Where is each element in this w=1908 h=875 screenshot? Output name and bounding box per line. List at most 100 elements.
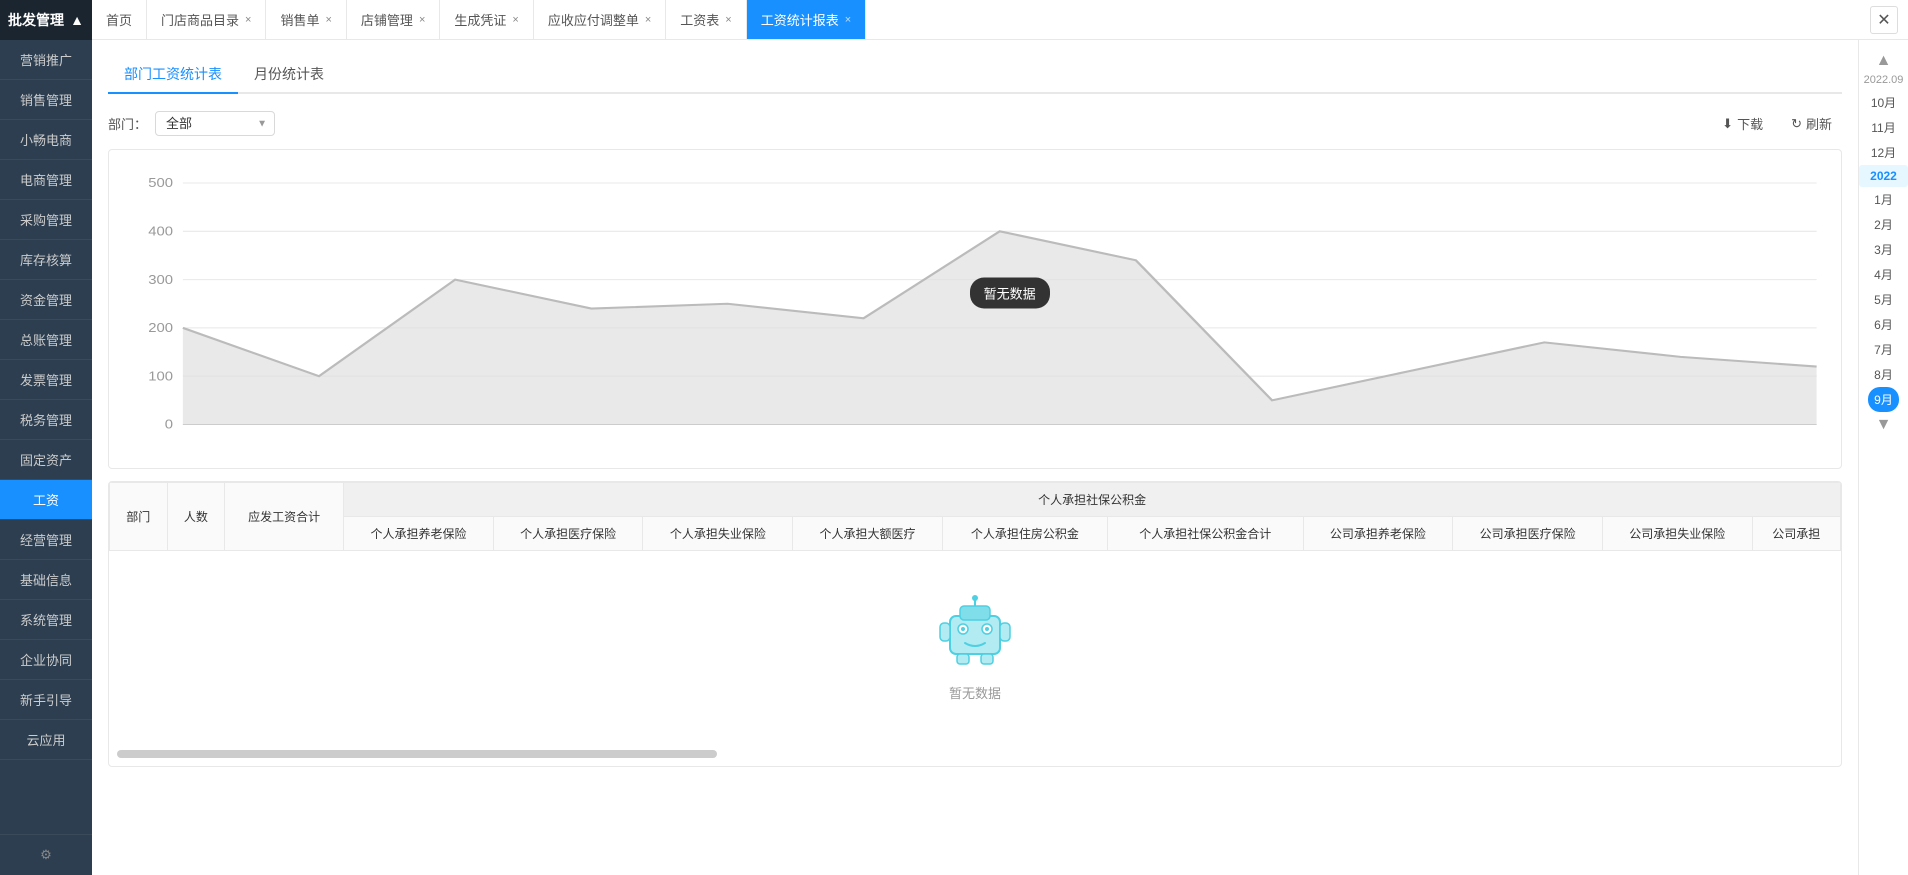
col-应发工资合计: 应发工资合计 xyxy=(225,483,344,551)
sidebar-item-基础信息[interactable]: 基础信息 xyxy=(0,560,92,600)
empty-state: 暂无数据 xyxy=(109,551,1841,742)
tab-close-工资统计报表[interactable]: × xyxy=(845,14,851,26)
sidebar-item-电商管理[interactable]: 电商管理 xyxy=(0,160,92,200)
timeline-month-5月[interactable]: 5月 xyxy=(1868,287,1899,312)
sub-tab-部门工资统计表[interactable]: 部门工资统计表 xyxy=(108,56,238,94)
tab-门店商品目录[interactable]: 门店商品目录× xyxy=(147,0,266,40)
sidebar-item-企业协同[interactable]: 企业协同 xyxy=(0,640,92,680)
sidebar-item-销售管理[interactable]: 销售管理 xyxy=(0,80,92,120)
table-container: 部门人数应发工资合计个人承担社保公积金个人承担养老保险个人承担医疗保险个人承担失… xyxy=(108,481,1842,767)
sub-tabs: 部门工资统计表月份统计表 xyxy=(108,56,1842,94)
sidebar: 批发管理 ▲ 营销推广销售管理小畅电商电商管理采购管理库存核算资金管理总账管理发… xyxy=(0,0,92,875)
tab-bar-end: ✕ xyxy=(1860,6,1908,34)
sidebar-title: 批发管理 xyxy=(8,10,64,30)
timeline-month-6月[interactable]: 6月 xyxy=(1868,312,1899,337)
timeline-month-8月[interactable]: 8月 xyxy=(1868,362,1899,387)
sidebar-header[interactable]: 批发管理 ▲ xyxy=(0,0,92,40)
settings-icon: ⚙ xyxy=(40,847,52,862)
sidebar-item-发票管理[interactable]: 发票管理 xyxy=(0,360,92,400)
chart-svg: 500 400 300 200 100 0 xyxy=(121,162,1829,456)
tab-close-工资表[interactable]: × xyxy=(725,14,731,26)
timeline-nav-up[interactable]: ▲ xyxy=(1872,48,1896,74)
sidebar-item-总账管理[interactable]: 总账管理 xyxy=(0,320,92,360)
refresh-label: 刷新 xyxy=(1806,114,1832,133)
sub-col-个人承担失业保险: 个人承担失业保险 xyxy=(643,517,793,551)
timeline-month-2月[interactable]: 2月 xyxy=(1868,212,1899,237)
sidebar-item-固定资产[interactable]: 固定资产 xyxy=(0,440,92,480)
col-人数: 人数 xyxy=(167,483,225,551)
timeline-month-9月[interactable]: 9月 xyxy=(1868,387,1899,412)
tab-close-销售单[interactable]: × xyxy=(325,14,331,26)
sub-col-个人承担医疗保险: 个人承担医疗保险 xyxy=(493,517,643,551)
sidebar-item-税务管理[interactable]: 税务管理 xyxy=(0,400,92,440)
timeline-month-10月[interactable]: 10月 xyxy=(1865,90,1902,115)
action-btns: ⬇ 下载 ↻ 刷新 xyxy=(1712,110,1842,137)
data-table: 部门人数应发工资合计个人承担社保公积金个人承担养老保险个人承担医疗保险个人承担失… xyxy=(109,482,1841,551)
main-area: 首页门店商品目录×销售单×店铺管理×生成凭证×应收应付调整单×工资表×工资统计报… xyxy=(92,0,1908,875)
timeline-month-3月[interactable]: 3月 xyxy=(1868,237,1899,262)
timeline-month-12月[interactable]: 12月 xyxy=(1865,140,1902,165)
timeline-year-2022: 2022.09 xyxy=(1864,74,1904,86)
sub-tab-月份统计表[interactable]: 月份统计表 xyxy=(238,56,340,94)
timeline-year-label-2022[interactable]: 2022 xyxy=(1859,165,1908,187)
tab-close-门店商品目录[interactable]: × xyxy=(245,14,251,26)
svg-text:0: 0 xyxy=(165,418,174,432)
empty-robot-icon xyxy=(935,591,1015,671)
col-group-shebao: 个人承担社保公积金 xyxy=(344,483,1841,517)
sidebar-item-营销推广[interactable]: 营销推广 xyxy=(0,40,92,80)
refresh-icon: ↻ xyxy=(1791,116,1802,132)
empty-text: 暂无数据 xyxy=(149,683,1801,702)
sidebar-item-采购管理[interactable]: 采购管理 xyxy=(0,200,92,240)
svg-text:400: 400 xyxy=(148,225,173,239)
tab-工资表[interactable]: 工资表× xyxy=(666,0,746,40)
sidebar-item-经营管理[interactable]: 经营管理 xyxy=(0,520,92,560)
tab-销售单[interactable]: 销售单× xyxy=(266,0,346,40)
sidebar-item-资金管理[interactable]: 资金管理 xyxy=(0,280,92,320)
sidebar-item-云应用[interactable]: 云应用 xyxy=(0,720,92,760)
tab-生成凭证[interactable]: 生成凭证× xyxy=(440,0,533,40)
dept-select[interactable]: 全部销售部财务部采购部行政部 xyxy=(155,111,275,136)
tab-首页[interactable]: 首页 xyxy=(92,0,147,40)
sidebar-item-系统管理[interactable]: 系统管理 xyxy=(0,600,92,640)
dept-select-wrapper: 全部销售部财务部采购部行政部 xyxy=(155,111,275,136)
sidebar-item-库存核算[interactable]: 库存核算 xyxy=(0,240,92,280)
col-部门: 部门 xyxy=(110,483,168,551)
sub-col-公司承担养老保险: 公司承担养老保险 xyxy=(1303,517,1453,551)
chart-container: 5004003002001000 暂无数据 xyxy=(108,149,1842,469)
download-label: 下载 xyxy=(1737,114,1763,133)
tab-close-生成凭证[interactable]: × xyxy=(512,14,518,26)
timeline-panel: ▲ 2022.09 10月11月12月 2022 1月2月3月4月5月6月7月8… xyxy=(1858,40,1908,875)
filter-row: 部门： 全部销售部财务部采购部行政部 xyxy=(108,111,275,136)
download-button[interactable]: ⬇ 下载 xyxy=(1712,110,1773,137)
sidebar-footer-settings[interactable]: ⚙ xyxy=(0,834,92,875)
sidebar-item-小畅电商[interactable]: 小畅电商 xyxy=(0,120,92,160)
sidebar-toggle-icon[interactable]: ▲ xyxy=(70,12,84,28)
svg-text:300: 300 xyxy=(148,273,173,287)
download-icon: ⬇ xyxy=(1722,116,1733,132)
svg-text:200: 200 xyxy=(148,321,173,335)
sub-col-公司承担医疗保险: 公司承担医疗保险 xyxy=(1453,517,1603,551)
tab-应收应付调整单[interactable]: 应收应付调整单× xyxy=(534,0,666,40)
sidebar-item-工资[interactable]: 工资 xyxy=(0,480,92,520)
tab-close-店铺管理[interactable]: × xyxy=(419,14,425,26)
close-all-button[interactable]: ✕ xyxy=(1870,6,1898,34)
timeline-nav-down[interactable]: ▼ xyxy=(1872,412,1896,438)
sub-col-个人承担大额医疗: 个人承担大额医疗 xyxy=(793,517,943,551)
sub-col-公司承担失业保险: 公司承担失业保险 xyxy=(1602,517,1752,551)
sub-col-个人承担住房公积金: 个人承担住房公积金 xyxy=(942,517,1107,551)
table-scrollbar[interactable] xyxy=(117,750,717,758)
tab-店铺管理[interactable]: 店铺管理× xyxy=(347,0,440,40)
timeline-month-11月[interactable]: 11月 xyxy=(1865,115,1902,140)
refresh-button[interactable]: ↻ 刷新 xyxy=(1781,110,1842,137)
svg-text:100: 100 xyxy=(148,369,173,383)
tab-工资统计报表[interactable]: 工资统计报表× xyxy=(747,0,866,40)
sub-col-个人承担社保公积金合计: 个人承担社保公积金合计 xyxy=(1107,517,1303,551)
timeline-month-4月[interactable]: 4月 xyxy=(1868,262,1899,287)
timeline-month-1月[interactable]: 1月 xyxy=(1868,187,1899,212)
timeline-month-7月[interactable]: 7月 xyxy=(1868,337,1899,362)
svg-text:500: 500 xyxy=(148,176,173,190)
sidebar-item-新手引导[interactable]: 新手引导 xyxy=(0,680,92,720)
content-area: 部门工资统计表月份统计表 部门： 全部销售部财务部采购部行政部 ⬇ 下载 ↻ xyxy=(92,40,1908,875)
toolbar: 部门： 全部销售部财务部采购部行政部 ⬇ 下载 ↻ 刷新 xyxy=(108,110,1842,137)
tab-close-应收应付调整单[interactable]: × xyxy=(645,14,651,26)
